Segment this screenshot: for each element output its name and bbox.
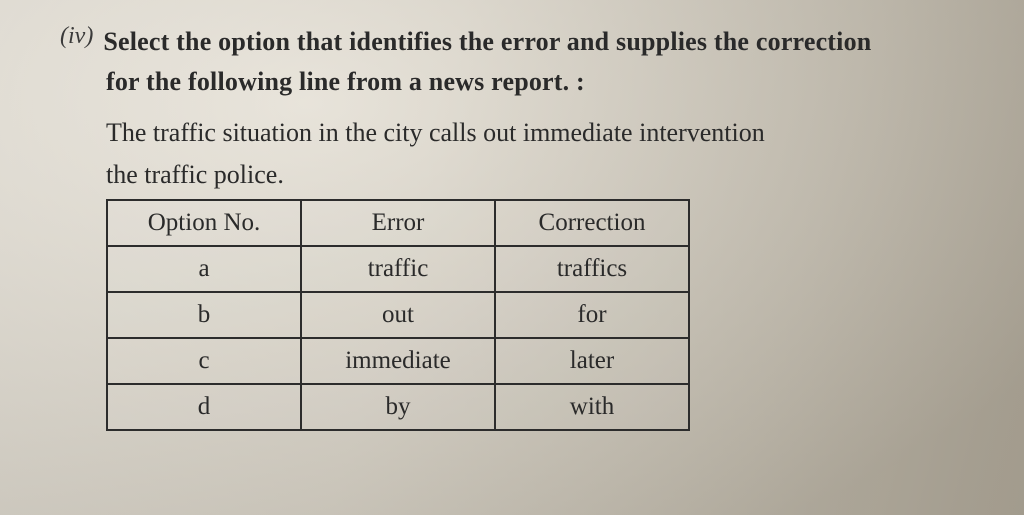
table-row: c immediate later: [107, 338, 689, 384]
table-row: b out for: [107, 292, 689, 338]
page-content: (iv) Select the option that identifies t…: [0, 0, 1024, 431]
cell-error: traffic: [301, 246, 495, 292]
cell-option: c: [107, 338, 301, 384]
question-prompt-continuation: for the following line from a news repor…: [106, 62, 996, 102]
sentence-line1: The traffic situation in the city calls …: [106, 113, 996, 153]
table-row: d by with: [107, 384, 689, 430]
table-row: a traffic traffics: [107, 246, 689, 292]
cell-error: immediate: [301, 338, 495, 384]
header-option-no: Option No.: [107, 200, 301, 246]
cell-option: b: [107, 292, 301, 338]
question-number: (iv): [60, 23, 93, 50]
question-header: (iv) Select the option that identifies t…: [60, 22, 996, 62]
cell-correction: with: [495, 384, 689, 430]
header-correction: Correction: [495, 200, 689, 246]
table-header-row: Option No. Error Correction: [107, 200, 689, 246]
cell-option: d: [107, 384, 301, 430]
cell-correction: later: [495, 338, 689, 384]
header-error: Error: [301, 200, 495, 246]
cell-correction: for: [495, 292, 689, 338]
cell-error: by: [301, 384, 495, 430]
question-prompt-line2: for the following line from a news repor…: [106, 67, 585, 96]
cell-error: out: [301, 292, 495, 338]
options-table: Option No. Error Correction a traffic tr…: [106, 199, 690, 431]
question-prompt-line1: Select the option that identifies the er…: [103, 22, 871, 62]
cell-option: a: [107, 246, 301, 292]
cell-correction: traffics: [495, 246, 689, 292]
sentence-line2: the traffic police.: [106, 155, 996, 195]
options-table-wrap: Option No. Error Correction a traffic tr…: [106, 199, 996, 431]
